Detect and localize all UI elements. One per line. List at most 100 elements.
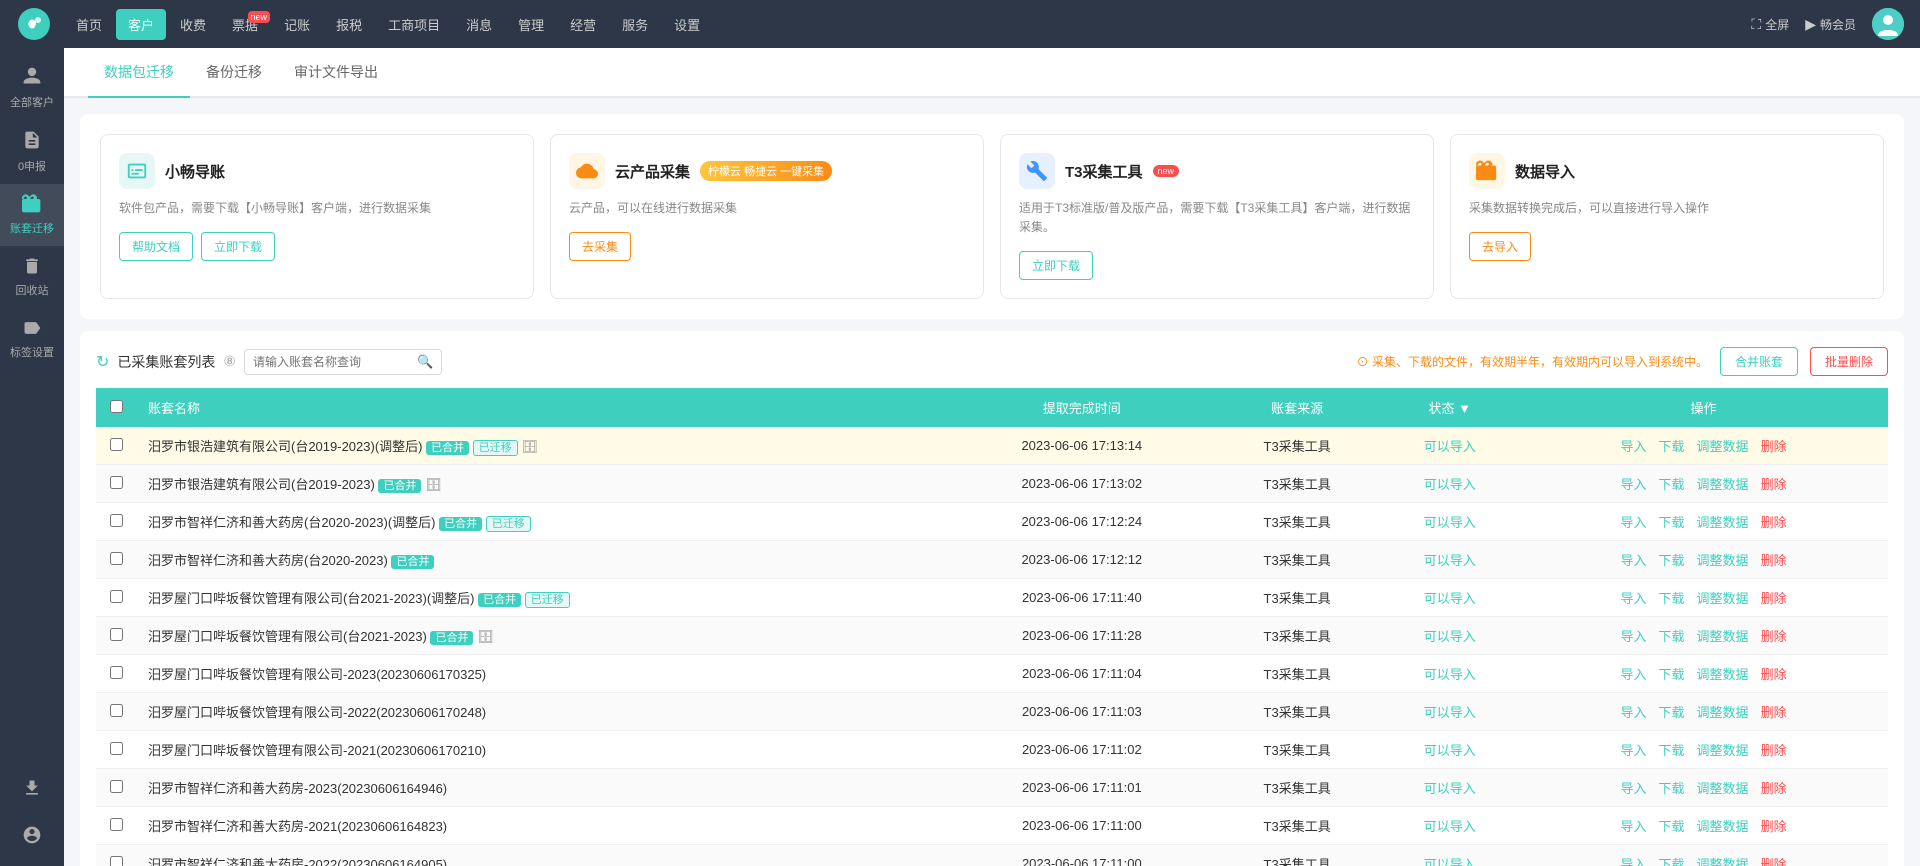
- action-下载[interactable]: 下载: [1659, 743, 1685, 758]
- action-导入[interactable]: 导入: [1621, 553, 1647, 568]
- select-all-checkbox[interactable]: [110, 400, 123, 413]
- action-下载[interactable]: 下载: [1659, 781, 1685, 796]
- tab-audit-export[interactable]: 审计文件导出: [278, 48, 394, 98]
- action-调整数据[interactable]: 调整数据: [1697, 705, 1749, 720]
- tab-data-migrate[interactable]: 数据包迁移: [88, 48, 190, 98]
- row-checkbox[interactable]: [110, 438, 123, 451]
- batch-delete-btn[interactable]: 批量删除: [1810, 347, 1888, 376]
- action-导入[interactable]: 导入: [1621, 439, 1647, 454]
- action-调整数据[interactable]: 调整数据: [1697, 553, 1749, 568]
- action-下载[interactable]: 下载: [1659, 439, 1685, 454]
- cloud-collect-btn[interactable]: 去采集: [569, 232, 631, 261]
- action-删除[interactable]: 删除: [1761, 857, 1787, 866]
- action-导入[interactable]: 导入: [1621, 591, 1647, 606]
- nav-item-manage[interactable]: 管理: [506, 9, 556, 40]
- col-status-header[interactable]: 状态 ▼: [1380, 388, 1519, 427]
- action-导入[interactable]: 导入: [1621, 857, 1647, 866]
- action-删除[interactable]: 删除: [1761, 667, 1787, 682]
- nav-item-service[interactable]: 服务: [610, 9, 660, 40]
- list-question-icon[interactable]: ⑧: [223, 353, 236, 370]
- action-下载[interactable]: 下载: [1659, 667, 1685, 682]
- sidebar-item-tag-settings[interactable]: 标签设置: [0, 308, 64, 370]
- sidebar-item-zero-declare[interactable]: 0申报: [0, 120, 64, 184]
- row-checkbox[interactable]: [110, 742, 123, 755]
- action-调整数据[interactable]: 调整数据: [1697, 857, 1749, 866]
- xiaochang-download-btn[interactable]: 立即下载: [201, 232, 275, 261]
- action-导入[interactable]: 导入: [1621, 629, 1647, 644]
- action-导入[interactable]: 导入: [1621, 705, 1647, 720]
- row-checkbox[interactable]: [110, 476, 123, 489]
- action-删除[interactable]: 删除: [1761, 515, 1787, 530]
- action-下载[interactable]: 下载: [1659, 857, 1685, 866]
- refresh-icon[interactable]: ↻: [96, 352, 109, 372]
- row-checkbox[interactable]: [110, 514, 123, 527]
- action-调整数据[interactable]: 调整数据: [1697, 667, 1749, 682]
- search-input[interactable]: [253, 355, 413, 369]
- sidebar-item-user-settings[interactable]: [0, 815, 64, 858]
- sidebar-item-download[interactable]: [0, 768, 64, 811]
- action-删除[interactable]: 删除: [1761, 629, 1787, 644]
- row-checkbox[interactable]: [110, 818, 123, 831]
- action-导入[interactable]: 导入: [1621, 515, 1647, 530]
- nav-item-tax[interactable]: 报税: [324, 9, 374, 40]
- nav-item-fee[interactable]: 收费: [168, 9, 218, 40]
- action-删除[interactable]: 删除: [1761, 819, 1787, 834]
- sidebar-item-account-migrate[interactable]: 账套迁移: [0, 184, 64, 246]
- action-导入[interactable]: 导入: [1621, 667, 1647, 682]
- nav-item-business[interactable]: 工商项目: [376, 9, 452, 40]
- action-删除[interactable]: 删除: [1761, 705, 1787, 720]
- action-导入[interactable]: 导入: [1621, 477, 1647, 492]
- action-导入[interactable]: 导入: [1621, 743, 1647, 758]
- sidebar-item-recycle[interactable]: 回收站: [0, 246, 64, 308]
- row-checkbox[interactable]: [110, 780, 123, 793]
- nav-item-home[interactable]: 首页: [64, 9, 114, 40]
- nav-item-message[interactable]: 消息: [454, 9, 504, 40]
- action-调整数据[interactable]: 调整数据: [1697, 819, 1749, 834]
- action-调整数据[interactable]: 调整数据: [1697, 743, 1749, 758]
- action-导入[interactable]: 导入: [1621, 819, 1647, 834]
- action-下载[interactable]: 下载: [1659, 705, 1685, 720]
- merge-accounts-btn[interactable]: 合并账套: [1720, 347, 1798, 376]
- nav-item-settings[interactable]: 设置: [662, 9, 712, 40]
- action-下载[interactable]: 下载: [1659, 629, 1685, 644]
- fullscreen-button[interactable]: ⛶ 全屏: [1751, 16, 1789, 33]
- t3-download-btn[interactable]: 立即下载: [1019, 251, 1093, 280]
- action-删除[interactable]: 删除: [1761, 477, 1787, 492]
- sidebar-item-all-clients[interactable]: 全部客户: [0, 56, 64, 120]
- nav-item-operate[interactable]: 经营: [558, 9, 608, 40]
- action-下载[interactable]: 下载: [1659, 819, 1685, 834]
- tab-backup-migrate[interactable]: 备份迁移: [190, 48, 278, 98]
- action-删除[interactable]: 删除: [1761, 591, 1787, 606]
- member-button[interactable]: ▶ 畅会员: [1805, 16, 1856, 33]
- row-checkbox[interactable]: [110, 666, 123, 679]
- action-调整数据[interactable]: 调整数据: [1697, 629, 1749, 644]
- action-删除[interactable]: 删除: [1761, 439, 1787, 454]
- action-删除[interactable]: 删除: [1761, 781, 1787, 796]
- action-下载[interactable]: 下载: [1659, 515, 1685, 530]
- row-actions: 导入下载调整数据删除: [1519, 617, 1888, 655]
- row-checkbox[interactable]: [110, 552, 123, 565]
- xiaochang-help-btn[interactable]: 帮助文档: [119, 232, 193, 261]
- search-icon[interactable]: 🔍: [417, 354, 433, 370]
- action-下载[interactable]: 下载: [1659, 591, 1685, 606]
- row-checkbox[interactable]: [110, 590, 123, 603]
- action-调整数据[interactable]: 调整数据: [1697, 515, 1749, 530]
- action-调整数据[interactable]: 调整数据: [1697, 477, 1749, 492]
- action-调整数据[interactable]: 调整数据: [1697, 591, 1749, 606]
- row-checkbox[interactable]: [110, 856, 123, 866]
- action-下载[interactable]: 下载: [1659, 477, 1685, 492]
- row-checkbox[interactable]: [110, 628, 123, 641]
- nav-item-bookkeep[interactable]: 记账: [272, 9, 322, 40]
- action-删除[interactable]: 删除: [1761, 743, 1787, 758]
- action-删除[interactable]: 删除: [1761, 553, 1787, 568]
- nav-item-client[interactable]: 客户: [116, 9, 166, 40]
- nav-item-ticket[interactable]: 票据new: [220, 9, 270, 40]
- action-下载[interactable]: 下载: [1659, 553, 1685, 568]
- row-time: 2023-06-06 17:11:00: [950, 845, 1214, 866]
- dataimport-go-btn[interactable]: 去导入: [1469, 232, 1531, 261]
- action-调整数据[interactable]: 调整数据: [1697, 781, 1749, 796]
- action-调整数据[interactable]: 调整数据: [1697, 439, 1749, 454]
- row-checkbox[interactable]: [110, 704, 123, 717]
- avatar[interactable]: [1872, 8, 1904, 40]
- action-导入[interactable]: 导入: [1621, 781, 1647, 796]
